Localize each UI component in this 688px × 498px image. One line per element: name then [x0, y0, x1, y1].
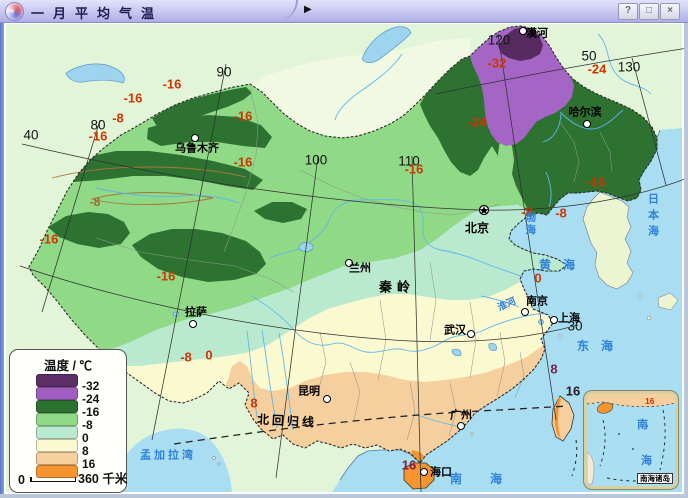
legend-boundary-label: -24: [82, 392, 100, 406]
legend-boundary-label: -32: [82, 379, 100, 393]
window-title: 一月平均气温: [31, 6, 164, 21]
scale-bar: [30, 477, 76, 482]
window-right-edge: [684, 22, 688, 498]
title-tab-divider: [258, 0, 298, 21]
legend-boundary-label: -8: [82, 418, 93, 432]
help-button[interactable]: ?: [618, 3, 638, 20]
legend: 温度 / ℃ -32 -24 -16 -8 0 8 16 0 360 千米: [9, 349, 127, 493]
inset-caption: 南海诸岛: [637, 473, 673, 484]
legend-swatch: [36, 452, 78, 465]
scale-bar-zero: 0: [18, 473, 25, 487]
legend-swatch: [36, 400, 78, 413]
scale-bar-distance: 360 千米: [78, 472, 128, 486]
legend-swatch: [36, 426, 78, 439]
capital-marker-icon: [478, 204, 490, 216]
legend-swatch: [36, 465, 78, 478]
legend-boundary-label: 0: [82, 431, 89, 445]
legend-boundary-label: -16: [82, 405, 100, 419]
play-arrow-icon[interactable]: ▶: [304, 4, 312, 15]
inset-isotherm-label: 16: [645, 396, 655, 406]
app-window: 40 50 30 80 90 100 110 120 130 -32 -24 -…: [0, 0, 688, 498]
legend-title: 温度 / ℃: [44, 359, 92, 373]
legend-swatch: [36, 387, 78, 400]
close-button[interactable]: ×: [660, 3, 680, 20]
title-bar[interactable]: 一月平均气温 ▶ ? □ ×: [0, 0, 688, 23]
inset-sea-label: 南: [637, 419, 648, 431]
app-logo-icon: [5, 2, 24, 21]
legend-swatch: [36, 413, 78, 426]
window-left-edge: [0, 22, 4, 498]
inset-sea-label: 海: [641, 455, 652, 467]
window-bottom-edge: [0, 494, 688, 498]
legend-swatch: [36, 439, 78, 452]
south-china-sea-inset: 16 南 海 南海诸岛: [584, 391, 678, 489]
restore-button[interactable]: □: [639, 3, 659, 20]
legend-boundary-label: 8: [82, 444, 89, 458]
legend-swatch: [36, 374, 78, 387]
